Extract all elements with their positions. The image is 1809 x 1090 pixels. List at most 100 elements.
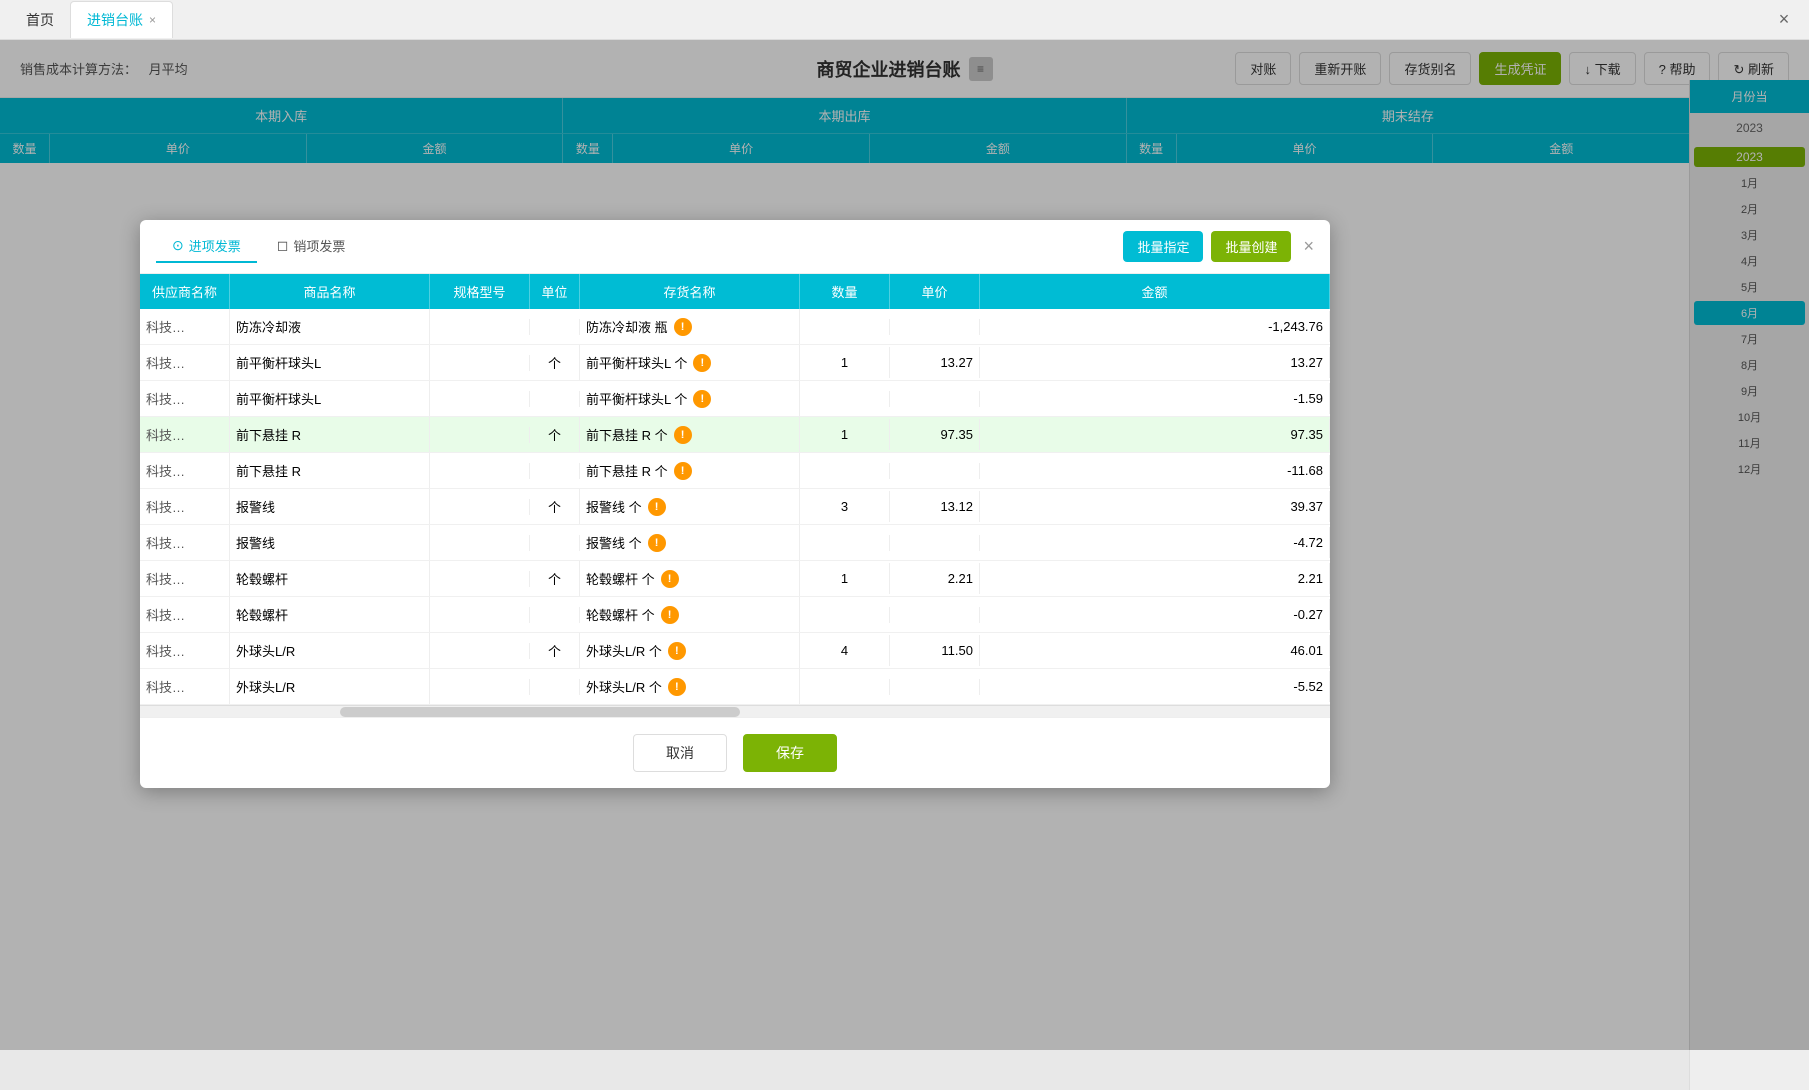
warning-icon: ! bbox=[668, 678, 686, 696]
table-row[interactable]: 科技… 外球头L/R 外球头L/R 个 ! -5.52 bbox=[140, 669, 1330, 705]
cell-price: 11.50 bbox=[890, 635, 980, 666]
col-header-stock: 存货名称 bbox=[580, 274, 800, 309]
col-header-amount: 金额 bbox=[980, 274, 1330, 309]
dialog-header: ⊙ 进项发票 ◻ 销项发票 批量指定 批量创建 × bbox=[140, 220, 1330, 274]
table-row[interactable]: 科技… 轮毂螺杆 轮毂螺杆 个 ! -0.27 bbox=[140, 597, 1330, 633]
col-header-product: 商品名称 bbox=[230, 274, 430, 309]
cell-price: 97.35 bbox=[890, 419, 980, 450]
table-scrollbar[interactable] bbox=[140, 705, 1330, 717]
cell-qty bbox=[800, 679, 890, 695]
cell-price: 13.27 bbox=[890, 347, 980, 378]
cell-product: 防冻冷却液 bbox=[230, 309, 430, 344]
btn-batch-create[interactable]: 批量创建 bbox=[1211, 231, 1291, 262]
cell-product: 外球头L/R bbox=[230, 669, 430, 704]
cell-price bbox=[890, 679, 980, 695]
warning-icon: ! bbox=[661, 570, 679, 588]
warning-icon: ! bbox=[674, 426, 692, 444]
stock-name: 前下悬挂 R 个 bbox=[586, 461, 668, 480]
tab-purchase-invoice[interactable]: ⊙ 进项发票 bbox=[156, 230, 257, 263]
cell-qty: 3 bbox=[800, 491, 890, 522]
warning-icon: ! bbox=[674, 462, 692, 480]
cell-stock: 外球头L/R 个 ! bbox=[580, 669, 800, 704]
scrollbar-thumb[interactable] bbox=[340, 707, 740, 717]
cell-amount: 97.35 bbox=[980, 419, 1330, 450]
col-header-supplier: 供应商名称 bbox=[140, 274, 230, 309]
cell-qty: 1 bbox=[800, 563, 890, 594]
cell-stock: 前下悬挂 R 个 ! bbox=[580, 417, 800, 452]
cell-unit: 个 bbox=[530, 561, 580, 596]
table-row[interactable]: 科技… 前平衡杆球头L 个 前平衡杆球头L 个 ! 1 13.27 13.27 bbox=[140, 345, 1330, 381]
cell-stock: 前平衡杆球头L 个 ! bbox=[580, 345, 800, 380]
cell-amount: 2.21 bbox=[980, 563, 1330, 594]
cell-stock: 外球头L/R 个 ! bbox=[580, 633, 800, 668]
cell-supplier: 科技… bbox=[140, 345, 230, 380]
cell-supplier: 科技… bbox=[140, 453, 230, 488]
cell-supplier: 科技… bbox=[140, 417, 230, 452]
cell-product: 前平衡杆球头L bbox=[230, 345, 430, 380]
col-header-unit: 单位 bbox=[530, 274, 580, 309]
cell-price bbox=[890, 535, 980, 551]
cell-amount: 13.27 bbox=[980, 347, 1330, 378]
cell-amount: -11.68 bbox=[980, 455, 1330, 486]
cell-supplier: 科技… bbox=[140, 561, 230, 596]
cell-stock: 报警线 个 ! bbox=[580, 525, 800, 560]
cell-spec bbox=[430, 535, 530, 551]
cell-unit bbox=[530, 463, 580, 479]
cell-amount: -1,243.76 bbox=[980, 311, 1330, 342]
btn-cancel[interactable]: 取消 bbox=[633, 734, 727, 772]
cell-unit bbox=[530, 607, 580, 623]
stock-name: 防冻冷却液 瓶 bbox=[586, 317, 668, 336]
tab-bar: 首页 进销台账 × × bbox=[0, 0, 1809, 40]
cell-supplier: 科技… bbox=[140, 597, 230, 632]
table-row[interactable]: 科技… 防冻冷却液 防冻冷却液 瓶 ! -1,243.76 bbox=[140, 309, 1330, 345]
cell-product: 外球头L/R bbox=[230, 633, 430, 668]
table-row[interactable]: 科技… 轮毂螺杆 个 轮毂螺杆 个 ! 1 2.21 2.21 bbox=[140, 561, 1330, 597]
cell-spec bbox=[430, 427, 530, 443]
warning-icon: ! bbox=[693, 354, 711, 372]
cell-price bbox=[890, 391, 980, 407]
cell-spec bbox=[430, 355, 530, 371]
cell-qty: 1 bbox=[800, 419, 890, 450]
table-body: 科技… 防冻冷却液 防冻冷却液 瓶 ! -1,243.76 科技… 前平衡杆球头… bbox=[140, 309, 1330, 705]
cell-stock: 轮毂螺杆 个 ! bbox=[580, 597, 800, 632]
dialog-close-button[interactable]: × bbox=[1303, 236, 1314, 257]
stock-name: 前下悬挂 R 个 bbox=[586, 425, 668, 444]
cell-price: 13.12 bbox=[890, 491, 980, 522]
cell-product: 轮毂螺杆 bbox=[230, 597, 430, 632]
btn-save[interactable]: 保存 bbox=[743, 734, 837, 772]
tab-active[interactable]: 进销台账 × bbox=[70, 1, 173, 38]
tab-home[interactable]: 首页 bbox=[10, 2, 70, 38]
cell-stock: 防冻冷却液 瓶 ! bbox=[580, 309, 800, 344]
cell-qty: 4 bbox=[800, 635, 890, 666]
cell-spec bbox=[430, 643, 530, 659]
table-row[interactable]: 科技… 前平衡杆球头L 前平衡杆球头L 个 ! -1.59 bbox=[140, 381, 1330, 417]
cell-unit bbox=[530, 391, 580, 407]
warning-icon: ! bbox=[668, 642, 686, 660]
table-row[interactable]: 科技… 前下悬挂 R 个 前下悬挂 R 个 ! 1 97.35 97.35 bbox=[140, 417, 1330, 453]
col-header-price: 单价 bbox=[890, 274, 980, 309]
cell-supplier: 科技… bbox=[140, 309, 230, 344]
tab-sales-invoice[interactable]: ◻ 销项发票 bbox=[261, 230, 362, 263]
cell-stock: 轮毂螺杆 个 ! bbox=[580, 561, 800, 596]
cell-product: 轮毂螺杆 bbox=[230, 561, 430, 596]
table-row[interactable]: 科技… 外球头L/R 个 外球头L/R 个 ! 4 11.50 46.01 bbox=[140, 633, 1330, 669]
table-row[interactable]: 科技… 前下悬挂 R 前下悬挂 R 个 ! -11.68 bbox=[140, 453, 1330, 489]
cell-supplier: 科技… bbox=[140, 489, 230, 524]
tab-close-icon[interactable]: × bbox=[149, 13, 156, 27]
warning-icon: ! bbox=[648, 498, 666, 516]
cell-supplier: 科技… bbox=[140, 525, 230, 560]
cell-stock: 前下悬挂 R 个 ! bbox=[580, 453, 800, 488]
btn-batch-assign[interactable]: 批量指定 bbox=[1123, 231, 1203, 262]
table-row[interactable]: 科技… 报警线 报警线 个 ! -4.72 bbox=[140, 525, 1330, 561]
cell-supplier: 科技… bbox=[140, 669, 230, 704]
sales-tab-icon: ◻ bbox=[277, 237, 289, 254]
cell-spec bbox=[430, 499, 530, 515]
cell-amount: -1.59 bbox=[980, 383, 1330, 414]
purchase-tab-icon: ⊙ bbox=[172, 237, 184, 254]
cell-spec bbox=[430, 391, 530, 407]
table-row[interactable]: 科技… 报警线 个 报警线 个 ! 3 13.12 39.37 bbox=[140, 489, 1330, 525]
window-close-button[interactable]: × bbox=[1769, 5, 1799, 35]
cell-stock: 前平衡杆球头L 个 ! bbox=[580, 381, 800, 416]
cell-price bbox=[890, 463, 980, 479]
cell-unit bbox=[530, 535, 580, 551]
